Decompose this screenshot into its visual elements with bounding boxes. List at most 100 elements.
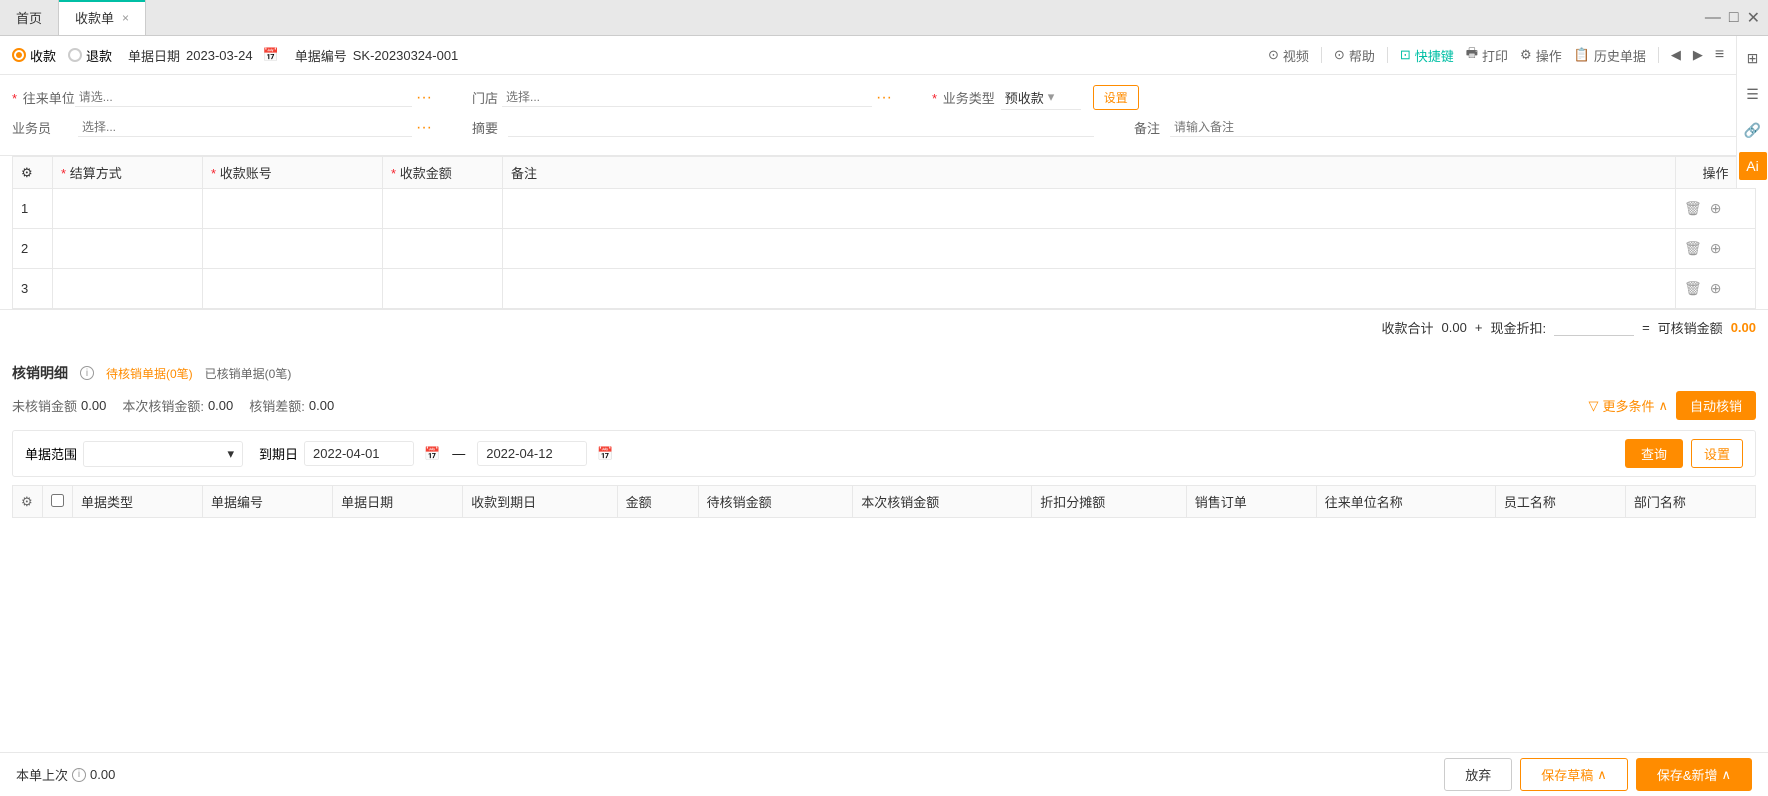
row1-payment[interactable]: [53, 189, 203, 229]
nav-prev-icon[interactable]: ◀: [1671, 47, 1681, 63]
done-tab[interactable]: 已核销单据(0笔): [205, 365, 292, 382]
date-field: 单据日期 2023-03-24 📅: [128, 46, 279, 65]
radio-refund[interactable]: 退款: [68, 46, 112, 65]
remark-label-text: 备注: [1134, 121, 1160, 136]
row1-remark[interactable]: [503, 189, 1676, 229]
shop-label-text: 门店: [472, 91, 498, 106]
row2-remark[interactable]: [503, 229, 1676, 269]
tab-home[interactable]: 首页: [0, 0, 59, 35]
row2-copy-icon[interactable]: ⊕: [1710, 240, 1722, 257]
range-select[interactable]: ▾: [83, 441, 243, 467]
shop-more-btn[interactable]: ···: [876, 89, 892, 107]
summary-input[interactable]: [508, 118, 1094, 137]
col-doc-date-label: 单据日期: [341, 495, 393, 510]
business-type-select[interactable]: 预收款 ▾: [1001, 86, 1081, 110]
info-circle-icon[interactable]: i: [72, 768, 86, 782]
row2-delete-icon[interactable]: 🗑: [1684, 240, 1702, 257]
minimize-icon[interactable]: —: [1705, 9, 1721, 27]
row2-account[interactable]: [203, 229, 383, 269]
close-window-icon[interactable]: ✕: [1747, 8, 1760, 28]
required-star-1: *: [12, 91, 17, 106]
tab-close-icon[interactable]: ×: [122, 11, 129, 25]
print-label: 打印: [1482, 46, 1508, 65]
tab-home-label: 首页: [16, 8, 42, 27]
row1-copy-icon[interactable]: ⊕: [1710, 200, 1722, 217]
calendar-from-icon[interactable]: 📅: [424, 446, 440, 462]
col-amount-label: 收款金额: [400, 166, 452, 181]
row2-amount[interactable]: [383, 229, 503, 269]
col-staff-label: 员工名称: [1504, 495, 1556, 510]
counterpart-more-btn[interactable]: ···: [416, 89, 432, 107]
current-label: 本次核销金额:: [122, 396, 204, 415]
shortcut-btn[interactable]: ⊡ 快捷键: [1400, 46, 1454, 65]
settings-outline-btn[interactable]: 设置: [1691, 439, 1743, 468]
form-settings-btn[interactable]: 设置: [1093, 85, 1139, 110]
col-sales-order-label: 销售订单: [1195, 495, 1247, 510]
history-btn[interactable]: 📋 历史单据: [1574, 46, 1646, 65]
select-all-checkbox[interactable]: [51, 494, 64, 507]
row1-amount[interactable]: [383, 189, 503, 229]
more-conditions-btn[interactable]: ▽ 更多条件 ∧: [1588, 396, 1668, 415]
save-new-btn[interactable]: 保存&新增 ∧: [1636, 758, 1752, 791]
col-payment-th: * 结算方式: [53, 157, 203, 189]
row3-payment[interactable]: [53, 269, 203, 309]
date-to-input[interactable]: [477, 441, 587, 466]
staff-input[interactable]: [78, 118, 412, 137]
row3-copy-icon[interactable]: ⊕: [1710, 280, 1722, 297]
col-amount-th: * 收款金额: [383, 157, 503, 189]
col-dept-th: 部门名称: [1625, 486, 1755, 518]
operation-label: 操作: [1536, 46, 1562, 65]
calendar-icon[interactable]: 📅: [263, 47, 279, 63]
sidebar-icon-2[interactable]: ☰: [1739, 80, 1767, 108]
settings-gear-icon[interactable]: ⚙: [21, 165, 33, 180]
row3-account[interactable]: [203, 269, 383, 309]
operation-btn[interactable]: ⚙ 操作: [1520, 46, 1562, 65]
discount-input[interactable]: [1554, 320, 1634, 336]
sidebar-icon-1[interactable]: ⊞: [1739, 44, 1767, 72]
auto-btn[interactable]: 自动核销: [1676, 391, 1756, 420]
row2-payment[interactable]: [53, 229, 203, 269]
uncancelled-value: 0.00: [81, 398, 106, 413]
row3-amount[interactable]: [383, 269, 503, 309]
sidebar-icon-3[interactable]: 🔗: [1739, 116, 1767, 144]
nav-next-icon[interactable]: ▶: [1693, 47, 1703, 63]
help-btn[interactable]: ⊙ 帮助: [1334, 46, 1375, 65]
staff-field: 业务员 ···: [12, 118, 432, 137]
form-section: * 往来单位 ··· 门店 ··· * 业务类型: [0, 75, 1768, 156]
pending-tab[interactable]: 待核销单据(0笔): [106, 365, 193, 382]
row3-remark[interactable]: [503, 269, 1676, 309]
counterpart-input[interactable]: [75, 88, 412, 107]
radio-receive-circle: [12, 48, 26, 62]
tab-active[interactable]: 收款单 ×: [59, 0, 146, 35]
radio-receive[interactable]: 收款: [12, 46, 56, 65]
total-value: 0.00: [1442, 320, 1467, 335]
save-draft-btn[interactable]: 保存草稿 ∧: [1520, 758, 1628, 791]
uncancelled-stat: 未核销金额 0.00: [12, 396, 106, 415]
number-value[interactable]: SK-20230324-001: [353, 48, 459, 63]
layout-list-icon[interactable]: ≡: [1715, 46, 1724, 64]
row3-delete-icon[interactable]: 🗑: [1684, 280, 1702, 297]
row1-delete-icon[interactable]: 🗑: [1684, 200, 1702, 217]
calendar-to-icon[interactable]: 📅: [597, 446, 613, 462]
row1-account[interactable]: [203, 189, 383, 229]
bottom-gear-icon[interactable]: ⚙: [21, 494, 33, 509]
shortcut-label: 快捷键: [1415, 46, 1454, 65]
abandon-btn[interactable]: 放弃: [1444, 758, 1512, 791]
filter-icon: ▽: [1588, 398, 1598, 414]
shop-input[interactable]: [502, 88, 872, 107]
query-btn[interactable]: 查询: [1625, 439, 1683, 468]
staff-more-btn[interactable]: ···: [416, 119, 432, 137]
row1-index: 1: [13, 189, 53, 229]
restore-icon[interactable]: □: [1729, 9, 1739, 27]
range-label: 单据范围: [25, 444, 77, 463]
sidebar-icon-4[interactable]: Ai: [1739, 152, 1767, 180]
remark-input[interactable]: [1170, 118, 1756, 137]
date-from-input[interactable]: [304, 441, 414, 466]
col-payment-label: 结算方式: [70, 166, 122, 181]
video-btn[interactable]: ⊙ 视频: [1268, 46, 1309, 65]
date-range-field: 到期日 📅 — 📅: [259, 441, 613, 466]
col-doc-number-label: 单据编号: [211, 495, 263, 510]
print-btn[interactable]: 🖶 打印: [1466, 44, 1508, 66]
info-icon[interactable]: i: [80, 366, 94, 380]
date-value[interactable]: 2023-03-24: [186, 48, 253, 63]
